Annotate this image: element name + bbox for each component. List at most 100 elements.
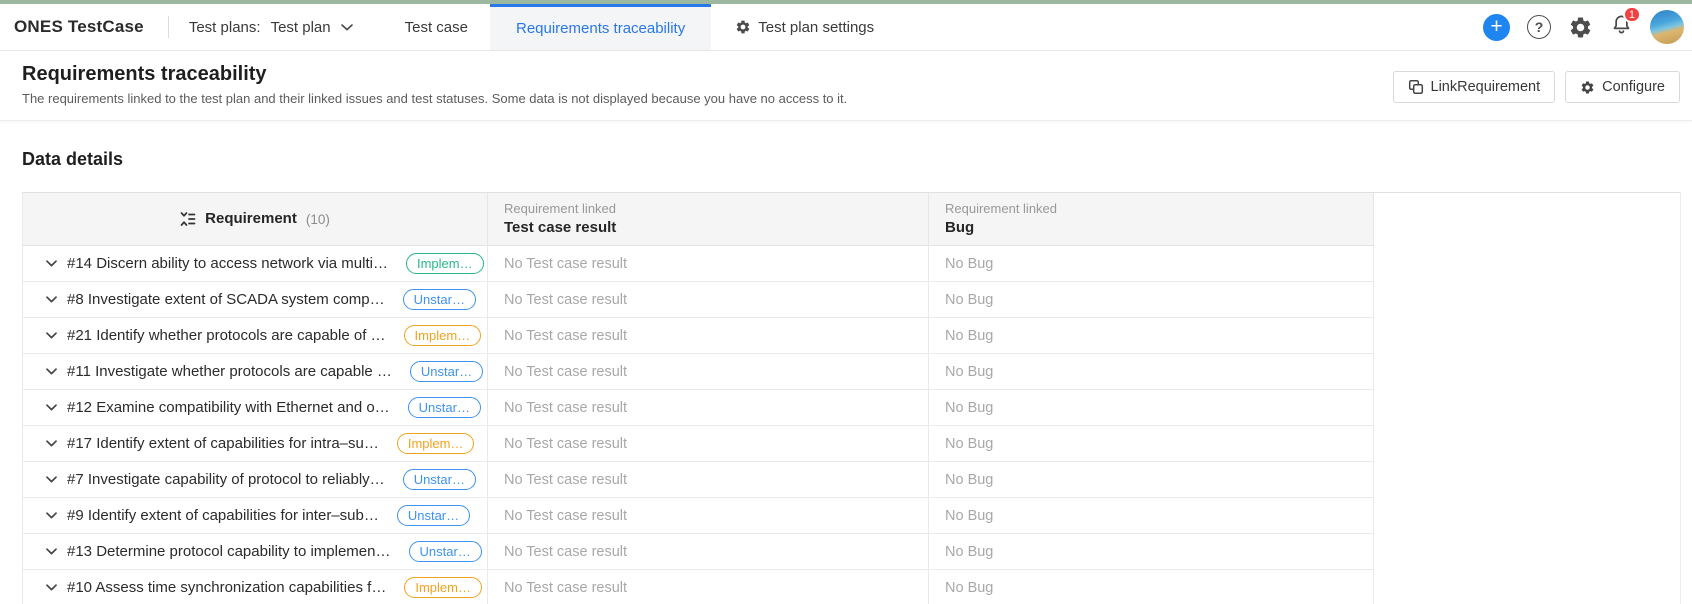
expand-chevron-icon[interactable] (46, 584, 57, 591)
column-header-bug: Requirement linked Bug (929, 193, 1374, 246)
topbar-icon-group: + ? 1 (1483, 4, 1692, 50)
bug-text: No Bug (945, 471, 994, 488)
requirement-cell: #7 Investigate capability of protocol to… (23, 462, 488, 498)
table-row[interactable]: #10 Assess time synchronization capabili… (23, 570, 1680, 604)
configure-button[interactable]: Configure (1565, 71, 1680, 103)
status-badge: Unstar… (402, 289, 476, 310)
requirement-cell: #12 Examine compatibility with Ethernet … (23, 390, 488, 426)
test-case-result-text: No Test case result (504, 399, 628, 416)
table-row[interactable]: #12 Examine compatibility with Ethernet … (23, 390, 1680, 426)
bug-cell: No Bug (929, 246, 1374, 282)
requirement-cell: #14 Discern ability to access network vi… (23, 246, 488, 282)
table-row[interactable]: #11 Investigate whether protocols are ca… (23, 354, 1680, 390)
table-row[interactable]: #17 Identify extent of capabilities for … (23, 426, 1680, 462)
notifications-button[interactable]: 1 (1610, 6, 1641, 41)
bug-text: No Bug (945, 291, 994, 308)
row-filler (1374, 534, 1680, 570)
settings-button[interactable] (1568, 15, 1593, 40)
requirement-cell: #17 Identify extent of capabilities for … (23, 426, 488, 462)
link-requirement-button[interactable]: LinkRequirement (1392, 71, 1556, 103)
requirement-title: #21 Identify whether protocols are capab… (67, 327, 386, 344)
question-icon: ? (1534, 19, 1544, 35)
bug-text: No Bug (945, 543, 994, 560)
section-title: Data details (22, 149, 124, 169)
expand-chevron-icon[interactable] (46, 548, 57, 555)
bug-text: No Bug (945, 327, 994, 344)
app-logo: ONES TestCase (14, 17, 144, 36)
create-plus-button[interactable]: + (1483, 13, 1510, 41)
column-supertitle: Requirement linked (945, 201, 1058, 216)
row-filler (1374, 246, 1680, 282)
table-header-row: Requirement (10) Requirement linked Test… (23, 193, 1680, 246)
user-avatar[interactable] (1650, 10, 1684, 44)
link-requirement-label: LinkRequirement (1430, 79, 1541, 95)
row-filler (1374, 282, 1680, 318)
expand-chevron-icon[interactable] (46, 476, 57, 483)
expand-chevron-icon[interactable] (46, 296, 57, 303)
bug-cell: No Bug (929, 498, 1374, 534)
expand-chevron-icon[interactable] (46, 404, 57, 411)
bug-text: No Bug (945, 399, 994, 416)
test-case-result-cell: No Test case result (488, 246, 929, 282)
status-badge: Implem… (403, 325, 482, 346)
tab-requirements-traceability-label: Requirements traceability (515, 20, 686, 37)
chevron-down-icon (340, 23, 353, 30)
requirement-cell: #11 Investigate whether protocols are ca… (23, 354, 488, 390)
expand-chevron-icon[interactable] (46, 332, 57, 339)
table-row[interactable]: #9 Identify extent of capabilities for i… (23, 498, 1680, 534)
requirement-title: #8 Investigate extent of SCADA system co… (67, 291, 385, 308)
column-supertitle: Requirement linked (504, 201, 617, 216)
table-row[interactable]: #8 Investigate extent of SCADA system co… (23, 282, 1680, 318)
header-filler (1374, 193, 1680, 246)
requirement-title: #17 Identify extent of capabilities for … (67, 435, 379, 452)
status-badge: Unstar… (408, 541, 482, 562)
test-case-result-cell: No Test case result (488, 570, 929, 604)
bug-text: No Bug (945, 507, 994, 524)
help-button[interactable]: ? (1527, 15, 1551, 39)
collapse-all-icon[interactable] (180, 211, 196, 227)
row-filler (1374, 462, 1680, 498)
tab-test-plan-settings[interactable]: Test plan settings (725, 4, 884, 50)
header-buttons: LinkRequirement Configure (1392, 71, 1680, 103)
table-row[interactable]: #21 Identify whether protocols are capab… (23, 318, 1680, 354)
gear-icon (1570, 16, 1591, 37)
test-case-result-cell: No Test case result (488, 390, 929, 426)
test-case-result-text: No Test case result (504, 507, 628, 524)
test-case-result-text: No Test case result (504, 471, 628, 488)
expand-chevron-icon[interactable] (46, 368, 57, 375)
requirement-count: (10) (305, 211, 330, 227)
test-case-result-cell: No Test case result (488, 282, 929, 318)
column-title: Test case result (504, 219, 617, 236)
table-row[interactable]: #7 Investigate capability of protocol to… (23, 462, 1680, 498)
status-badge: Unstar… (396, 505, 471, 526)
requirement-title: #9 Identify extent of capabilities for i… (67, 507, 379, 524)
bug-text: No Bug (945, 579, 994, 596)
plus-icon: + (1490, 14, 1503, 38)
requirement-cell: #13 Determine protocol capability to imp… (23, 534, 488, 570)
test-plan-selector[interactable]: Test plans: Test plan (189, 4, 353, 50)
test-case-result-cell: No Test case result (488, 318, 929, 354)
column-header-test-case-result: Requirement linked Test case result (488, 193, 929, 246)
test-case-result-text: No Test case result (504, 327, 628, 344)
table-row[interactable]: #14 Discern ability to access network vi… (23, 246, 1680, 282)
status-badge: Unstar… (407, 397, 481, 418)
test-case-result-cell: No Test case result (488, 426, 929, 462)
tab-test-case[interactable]: Test case (405, 4, 468, 50)
expand-chevron-icon[interactable] (46, 260, 57, 267)
gear-icon (737, 20, 750, 34)
test-case-result-text: No Test case result (504, 291, 628, 308)
link-requirement-icon (1408, 79, 1423, 95)
expand-chevron-icon[interactable] (46, 440, 57, 447)
expand-chevron-icon[interactable] (46, 512, 57, 519)
notification-count-badge: 1 (1622, 6, 1641, 23)
tab-requirements-traceability[interactable]: Requirements traceability (489, 4, 712, 50)
page-header: Requirements traceability The requiremen… (0, 51, 1692, 121)
requirement-title: #13 Determine protocol capability to imp… (67, 543, 391, 560)
test-case-result-text: No Test case result (504, 255, 628, 272)
row-filler (1374, 354, 1680, 390)
table-row[interactable]: #13 Determine protocol capability to imp… (23, 534, 1680, 570)
bug-cell: No Bug (929, 570, 1374, 604)
test-case-result-cell: No Test case result (488, 462, 929, 498)
bug-cell: No Bug (929, 462, 1374, 498)
bug-cell: No Bug (929, 390, 1374, 426)
